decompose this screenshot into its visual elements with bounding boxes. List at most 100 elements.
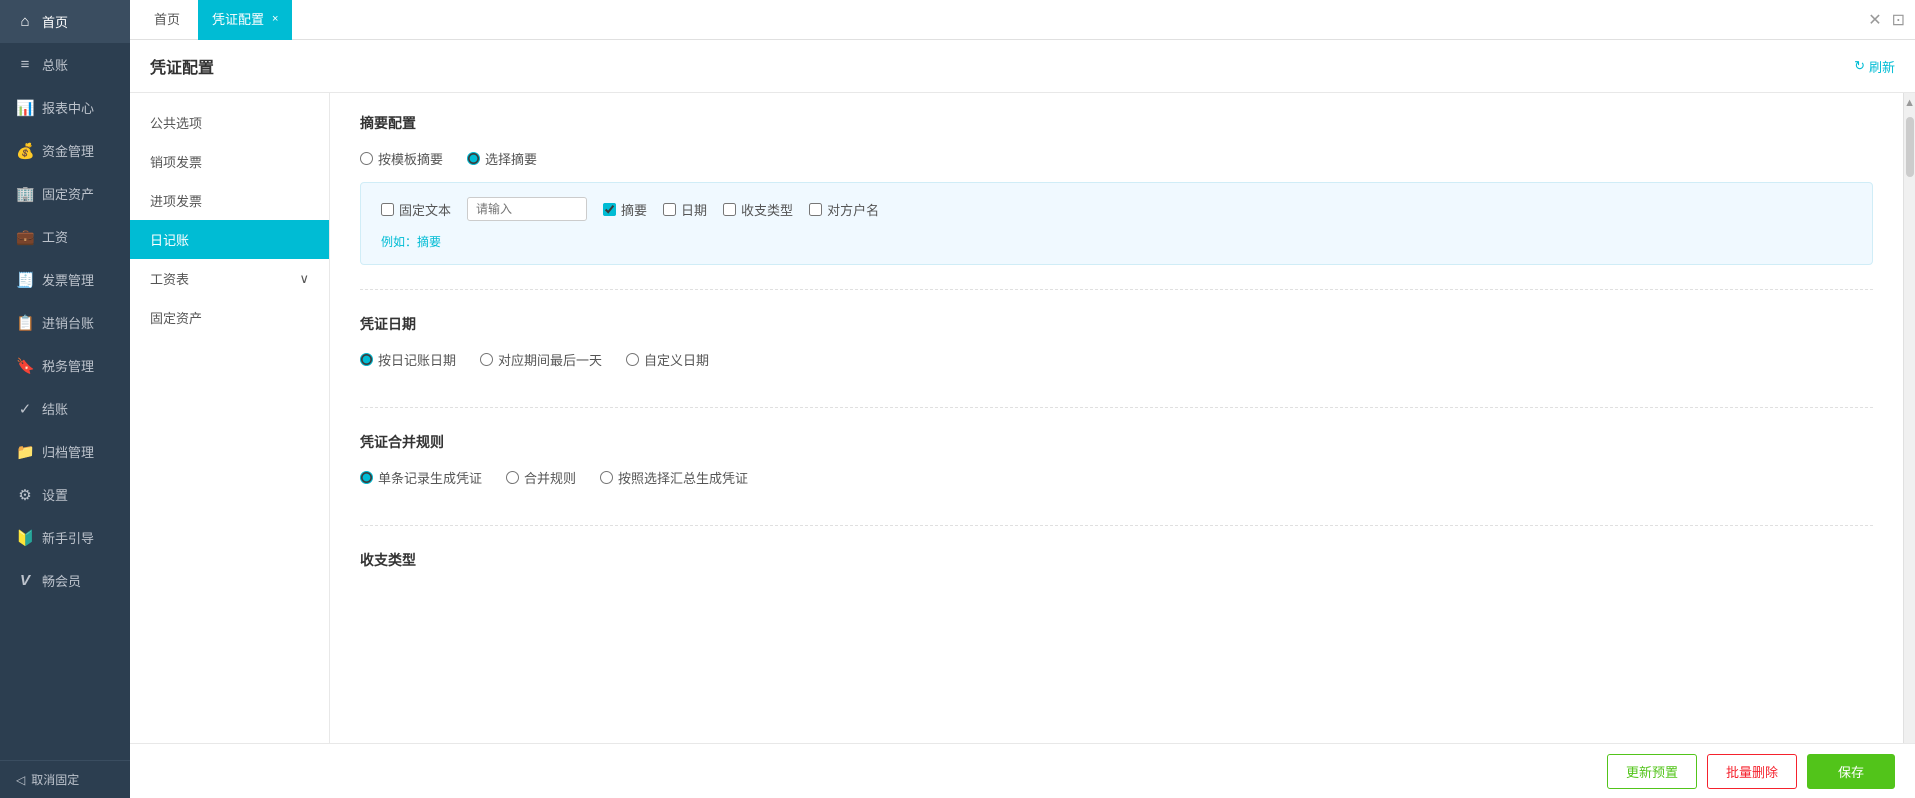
left-nav-payroll[interactable]: 工资表 ∨ (130, 259, 329, 298)
checkbox-date[interactable]: 日期 (663, 200, 707, 219)
invoice-icon: 🧾 (16, 271, 34, 289)
summary-section: 摘要配置 按模板摘要 选择摘要 固定文本 (360, 113, 1873, 290)
merge-section: 凭证合并规则 单条记录生成凭证 合并规则 按照选择汇总生成凭证 (360, 432, 1873, 526)
pin-icon: ◁ (16, 773, 25, 787)
left-nav-sales[interactable]: 销项发票 (130, 142, 329, 181)
summary-title: 摘要配置 (360, 113, 1873, 133)
close-window-icon[interactable]: ✕ (1868, 10, 1881, 30)
sidebar-item-fund[interactable]: 💰 资金管理 (0, 129, 130, 172)
fund-icon: 💰 (16, 142, 34, 160)
tab-active-label: 凭证配置 (212, 9, 264, 28)
sidebar-item-label: 归档管理 (42, 442, 94, 461)
sidebar-item-label: 报表中心 (42, 98, 94, 117)
tab-voucher-config[interactable]: 凭证配置 × (198, 0, 292, 40)
update-preview-button[interactable]: 更新预置 (1607, 754, 1697, 789)
merge-title: 凭证合并规则 (360, 432, 1873, 452)
right-content: 摘要配置 按模板摘要 选择摘要 固定文本 (330, 93, 1903, 743)
sidebar-item-invoice[interactable]: 🧾 发票管理 (0, 258, 130, 301)
settings-icon: ⚙ (16, 486, 34, 504)
radio-select-summary[interactable]: 选择摘要 (467, 149, 537, 168)
scroll-thumb[interactable] (1906, 117, 1914, 177)
checkbox-income-type[interactable]: 收支类型 (723, 200, 793, 219)
batch-delete-button[interactable]: 批量删除 (1707, 754, 1797, 789)
scrollbar[interactable]: ▲ (1903, 93, 1915, 743)
sidebar-item-salary[interactable]: 💼 工资 (0, 215, 130, 258)
sidebar-item-label: 进销台账 (42, 313, 94, 332)
radio-single-record[interactable]: 单条记录生成凭证 (360, 468, 482, 487)
report-icon: 📊 (16, 99, 34, 117)
page-title: 凭证配置 (150, 54, 214, 78)
tab-bar: 首页 凭证配置 × ✕ ⊡ (130, 0, 1915, 40)
sidebar-item-guide[interactable]: 🔰 新手引导 (0, 516, 130, 559)
left-nav: 公共选项 销项发票 进项发票 日记账 工资表 ∨ 固定资产 (130, 93, 330, 743)
fixed-text-input[interactable] (467, 197, 587, 221)
sidebar-item-label: 结账 (42, 399, 68, 418)
refresh-button[interactable]: ↻ 刷新 (1854, 57, 1895, 76)
sidebar-item-label: 工资 (42, 227, 68, 246)
sidebar-item-label: 设置 (42, 485, 68, 504)
sidebar-item-tax[interactable]: 🔖 税务管理 (0, 344, 130, 387)
sidebar-item-label: 发票管理 (42, 270, 94, 289)
left-nav-fixed[interactable]: 固定资产 (130, 298, 329, 337)
sidebar-item-member[interactable]: V 畅会员 (0, 559, 130, 602)
refresh-label: 刷新 (1869, 57, 1895, 76)
radio-custom-date[interactable]: 自定义日期 (626, 350, 709, 369)
date-section: 凭证日期 按日记账日期 对应期间最后一天 自定义日期 (360, 314, 1873, 408)
sidebar-item-label: 固定资产 (42, 184, 94, 203)
bottom-bar: 更新预置 批量删除 保存 (130, 743, 1915, 798)
sidebar-item-settle[interactable]: ✓ 结账 (0, 387, 130, 430)
sidebar-bottom[interactable]: ◁ 取消固定 (0, 760, 130, 798)
merge-radio-group: 单条记录生成凭证 合并规则 按照选择汇总生成凭证 (360, 468, 1873, 487)
sidebar-item-label: 畅会员 (42, 571, 81, 590)
sidebar-item-assets[interactable]: 🏢 固定资产 (0, 172, 130, 215)
sidebar-item-label: 总账 (42, 55, 68, 74)
sidebar-item-report[interactable]: 📊 报表中心 (0, 86, 130, 129)
radio-journal-date[interactable]: 按日记账日期 (360, 350, 456, 369)
main: 首页 凭证配置 × ✕ ⊡ 凭证配置 ↻ 刷新 公共选项 销项发票 进项 (130, 0, 1915, 798)
guide-icon: 🔰 (16, 529, 34, 547)
sidebar-item-label: 新手引导 (42, 528, 94, 547)
sidebar-item-home[interactable]: ⌂ 首页 (0, 0, 130, 43)
sidebar-item-label: 资金管理 (42, 141, 94, 160)
tab-home[interactable]: 首页 (140, 0, 194, 40)
member-icon: V (16, 572, 34, 589)
tax-icon: 🔖 (16, 357, 34, 375)
summary-radio-group: 按模板摘要 选择摘要 (360, 149, 1873, 168)
chevron-down-icon: ∨ (299, 271, 309, 287)
sidebar-item-label: 税务管理 (42, 356, 94, 375)
salary-icon: 💼 (16, 228, 34, 246)
radio-merge-rule[interactable]: 合并规则 (506, 468, 576, 487)
expand-window-icon[interactable]: ⊡ (1892, 10, 1905, 30)
sidebar-item-trade[interactable]: 📋 进销台账 (0, 301, 130, 344)
left-nav-journal[interactable]: 日记账 (130, 220, 329, 259)
left-nav-public[interactable]: 公共选项 (130, 103, 329, 142)
radio-template-summary[interactable]: 按模板摘要 (360, 149, 443, 168)
save-button[interactable]: 保存 (1807, 754, 1895, 789)
date-title: 凭证日期 (360, 314, 1873, 334)
home-icon: ⌂ (16, 13, 34, 30)
tab-bar-actions: ✕ ⊡ (1868, 10, 1905, 30)
trade-icon: 📋 (16, 314, 34, 332)
content-area: 公共选项 销项发票 进项发票 日记账 工资表 ∨ 固定资产 摘要配置 (130, 93, 1915, 743)
summary-checkboxes-row: 固定文本 摘要 日期 收支类型 (381, 197, 1852, 221)
sidebar-item-ledger[interactable]: ≡ 总账 (0, 43, 130, 86)
summary-example: 例如：摘要 (381, 233, 1852, 250)
archive-icon: 📁 (16, 443, 34, 461)
checkbox-fixed-text[interactable]: 固定文本 (381, 200, 451, 219)
sidebar-item-settings[interactable]: ⚙ 设置 (0, 473, 130, 516)
settle-icon: ✓ (16, 400, 34, 418)
tab-close-button[interactable]: × (272, 13, 278, 25)
sidebar-item-label: 首页 (42, 12, 68, 31)
left-nav-purchase[interactable]: 进项发票 (130, 181, 329, 220)
sidebar-bottom-label: 取消固定 (31, 771, 79, 788)
summary-options-box: 固定文本 摘要 日期 收支类型 (360, 182, 1873, 265)
ledger-icon: ≡ (16, 56, 34, 73)
radio-by-select[interactable]: 按照选择汇总生成凭证 (600, 468, 748, 487)
checkbox-abstract[interactable]: 摘要 (603, 200, 647, 219)
tab-home-label: 首页 (154, 9, 180, 28)
radio-period-last[interactable]: 对应期间最后一天 (480, 350, 602, 369)
sidebar-item-archive[interactable]: 📁 归档管理 (0, 430, 130, 473)
income-type-section: 收支类型 (360, 550, 1873, 610)
date-radio-group: 按日记账日期 对应期间最后一天 自定义日期 (360, 350, 1873, 369)
checkbox-counterpart[interactable]: 对方户名 (809, 200, 879, 219)
